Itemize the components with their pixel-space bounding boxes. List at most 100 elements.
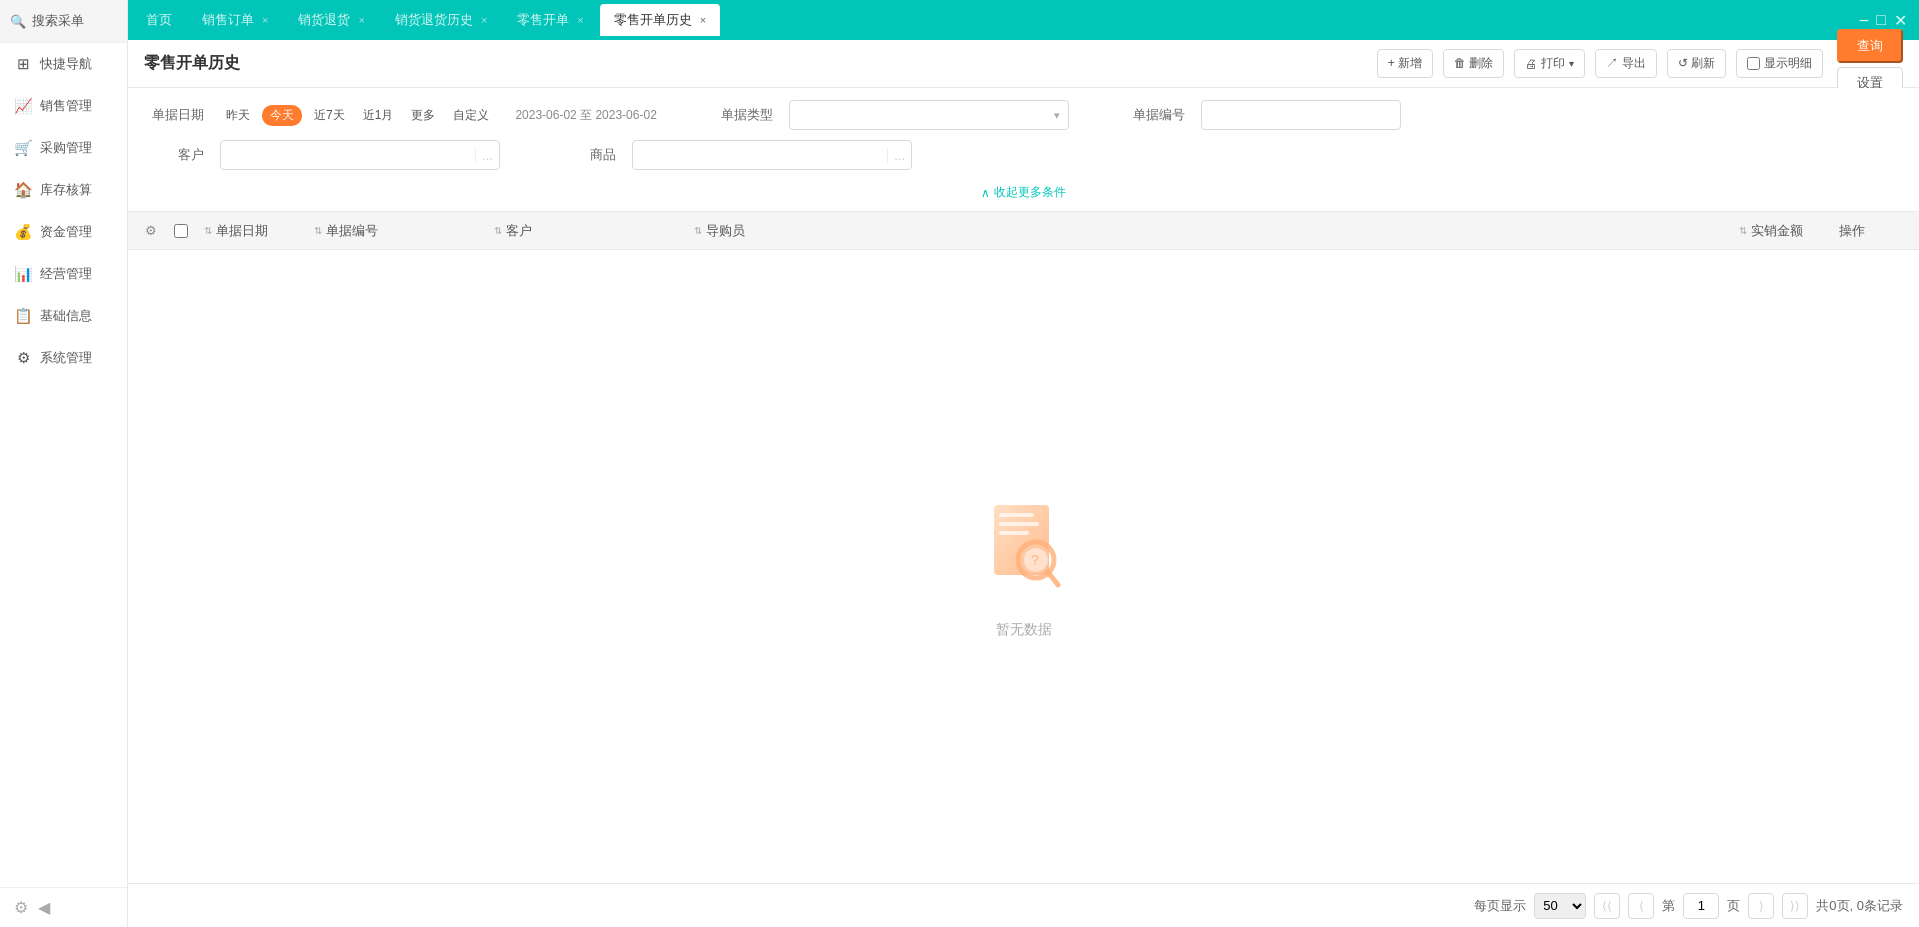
- print-dropdown-icon: ▾: [1569, 58, 1574, 69]
- pagination: 每页显示 50 10 20 100 ⟨⟨ ⟨ 第 页 ⟩ ⟩⟩ 共0页, 0条记…: [128, 883, 1919, 927]
- goods-dots[interactable]: ...: [887, 148, 911, 163]
- first-page-btn[interactable]: ⟨⟨: [1594, 893, 1620, 919]
- collapse-label: 收起更多条件: [994, 184, 1066, 201]
- sort-icon-date: ⇅: [204, 225, 212, 236]
- sidebar-search[interactable]: 🔍 搜索采单: [0, 0, 127, 43]
- goods-input[interactable]: ...: [632, 140, 912, 170]
- export-button[interactable]: ↗ 导出: [1595, 49, 1656, 78]
- no-label: 单据编号: [1125, 106, 1185, 124]
- page-input[interactable]: [1683, 893, 1719, 919]
- maximize-btn[interactable]: □: [1876, 11, 1886, 29]
- date-shortcut-昨天[interactable]: 昨天: [220, 105, 256, 126]
- sort-icon-customer: ⇅: [494, 225, 502, 236]
- minimize-btn[interactable]: –: [1859, 11, 1868, 29]
- table-select-all[interactable]: [166, 224, 196, 238]
- col-label-amount: 实销金额: [1751, 222, 1803, 240]
- date-shortcut-更多[interactable]: 更多: [405, 105, 441, 126]
- last-page-btn[interactable]: ⟩⟩: [1782, 893, 1808, 919]
- col-header-guide[interactable]: ⇅ 导购员: [686, 222, 806, 240]
- next-page-btn[interactable]: ⟩: [1748, 893, 1774, 919]
- page-title: 零售开单历史: [144, 53, 1367, 74]
- table-header: ⚙ ⇅ 单据日期 ⇅ 单据编号 ⇅ 客户 ⇅ 导购员 ⇅: [128, 212, 1919, 250]
- tab-close-sales-order[interactable]: ×: [262, 14, 268, 26]
- tab-sales-return-history[interactable]: 销货退货历史 ×: [381, 4, 501, 36]
- sidebar-label-quick-nav: 快捷导航: [40, 55, 92, 73]
- sidebar-search-label: 搜索采单: [32, 12, 84, 30]
- tab-close-sales-return[interactable]: ×: [358, 14, 364, 26]
- customer-dots[interactable]: ...: [475, 148, 499, 163]
- table-area: ⚙ ⇅ 单据日期 ⇅ 单据编号 ⇅ 客户 ⇅ 导购员 ⇅: [128, 212, 1919, 927]
- customer-field[interactable]: [221, 144, 475, 167]
- query-button[interactable]: 查询: [1837, 29, 1903, 63]
- close-app-btn[interactable]: ✕: [1894, 11, 1907, 30]
- sort-icon-no: ⇅: [314, 225, 322, 236]
- col-label-no: 单据编号: [326, 222, 378, 240]
- date-shortcut-近1月[interactable]: 近1月: [357, 105, 400, 126]
- empty-illustration: ?: [974, 495, 1074, 605]
- sidebar-item-operations[interactable]: 📊经营管理: [0, 253, 127, 295]
- sidebar-label-inventory: 库存核算: [40, 181, 92, 199]
- tab-label-sales-return-history: 销货退货历史: [395, 11, 473, 29]
- delete-button[interactable]: 🗑 删除: [1443, 49, 1504, 78]
- collapse-footer-btn[interactable]: ◀: [38, 898, 50, 917]
- date-shortcut-今天[interactable]: 今天: [262, 105, 302, 126]
- tab-close-retail-open-history[interactable]: ×: [700, 14, 706, 26]
- table-settings-icon[interactable]: ⚙: [136, 223, 166, 238]
- sort-icon-guide: ⇅: [694, 225, 702, 236]
- sidebar-icon-operations: 📊: [14, 265, 32, 283]
- customer-input[interactable]: ...: [220, 140, 500, 170]
- per-page-select[interactable]: 50 10 20 100: [1534, 893, 1586, 919]
- goods-field[interactable]: [633, 144, 887, 167]
- per-page-label: 每页显示: [1474, 897, 1526, 915]
- tab-sales-return[interactable]: 销货退货×: [284, 4, 378, 36]
- sidebar-item-inventory[interactable]: 🏠 库存核算: [0, 169, 127, 211]
- prev-page-btn[interactable]: ⟨: [1628, 893, 1654, 919]
- filter-row-2: 客户 ... 商品 ...: [144, 140, 1903, 170]
- date-shortcut-自定义[interactable]: 自定义: [447, 105, 495, 126]
- tab-home[interactable]: 首页: [132, 4, 186, 36]
- tab-close-retail-open[interactable]: ×: [577, 14, 583, 26]
- sidebar-label-finance: 资金管理: [40, 223, 92, 241]
- sidebar-item-system[interactable]: ⚙系统管理: [0, 337, 127, 379]
- sidebar-icon-sales: 📈: [14, 97, 32, 115]
- date-shortcut-近7天[interactable]: 近7天: [308, 105, 351, 126]
- print-button[interactable]: 🖨 打印 ▾: [1514, 49, 1585, 78]
- page-suffix: 页: [1727, 897, 1740, 915]
- filter-area: 单据日期 昨天今天近7天近1月更多自定义 2023-06-02 至 2023-0…: [128, 88, 1919, 212]
- svg-rect-3: [999, 531, 1029, 535]
- col-label-action: 操作: [1839, 222, 1865, 240]
- col-header-date[interactable]: ⇅ 单据日期: [196, 222, 306, 240]
- add-button[interactable]: + 新增: [1377, 49, 1433, 78]
- sidebar-item-quick-nav[interactable]: ⊞快捷导航: [0, 43, 127, 85]
- tab-bar-right: – □ ✕: [1859, 11, 1915, 30]
- settings-footer-btn[interactable]: ⚙: [14, 898, 28, 917]
- col-header-no[interactable]: ⇅ 单据编号: [306, 222, 486, 240]
- main-content: 首页销售订单×销货退货×销货退货历史×零售开单×零售开单历史× – □ ✕ 零售…: [128, 0, 1919, 927]
- date-label: 单据日期: [144, 106, 204, 124]
- sidebar-item-base[interactable]: 📋基础信息: [0, 295, 127, 337]
- select-all-checkbox[interactable]: [174, 224, 188, 238]
- sidebar-item-finance[interactable]: 💰资金管理: [0, 211, 127, 253]
- display-detail-button[interactable]: 显示明细: [1736, 49, 1823, 78]
- no-input[interactable]: [1201, 100, 1401, 130]
- sidebar-label-purchase: 采购管理: [40, 139, 92, 157]
- sidebar-item-purchase[interactable]: 🛒 采购管理: [0, 127, 127, 169]
- tab-sales-order[interactable]: 销售订单×: [188, 4, 282, 36]
- sidebar-item-sales[interactable]: 📈销售管理: [0, 85, 127, 127]
- empty-text: 暂无数据: [996, 621, 1052, 639]
- collapse-bar[interactable]: ∧ 收起更多条件: [144, 180, 1903, 203]
- customer-label: 客户: [144, 146, 204, 164]
- col-header-amount[interactable]: ⇅ 实销金额: [1731, 222, 1831, 240]
- type-select[interactable]: ▾: [789, 100, 1069, 130]
- tab-close-sales-return-history[interactable]: ×: [481, 14, 487, 26]
- tab-retail-open[interactable]: 零售开单×: [503, 4, 597, 36]
- tab-retail-open-history[interactable]: 零售开单历史×: [600, 4, 720, 36]
- sidebar-icon-purchase: 🛒: [14, 139, 32, 157]
- sidebar-icon-inventory: 🏠: [14, 181, 32, 199]
- refresh-button[interactable]: ↺ 刷新: [1667, 49, 1726, 78]
- print-icon: 🖨: [1525, 57, 1537, 71]
- date-range-display: 2023-06-02 至 2023-06-02: [515, 107, 656, 124]
- col-header-customer[interactable]: ⇅ 客户: [486, 222, 686, 240]
- display-detail-checkbox[interactable]: [1747, 57, 1760, 70]
- toolbar: 零售开单历史 + 新增 🗑 删除 🖨 打印 ▾ ↗ 导出 ↺ 刷新 显示明细 查…: [128, 40, 1919, 88]
